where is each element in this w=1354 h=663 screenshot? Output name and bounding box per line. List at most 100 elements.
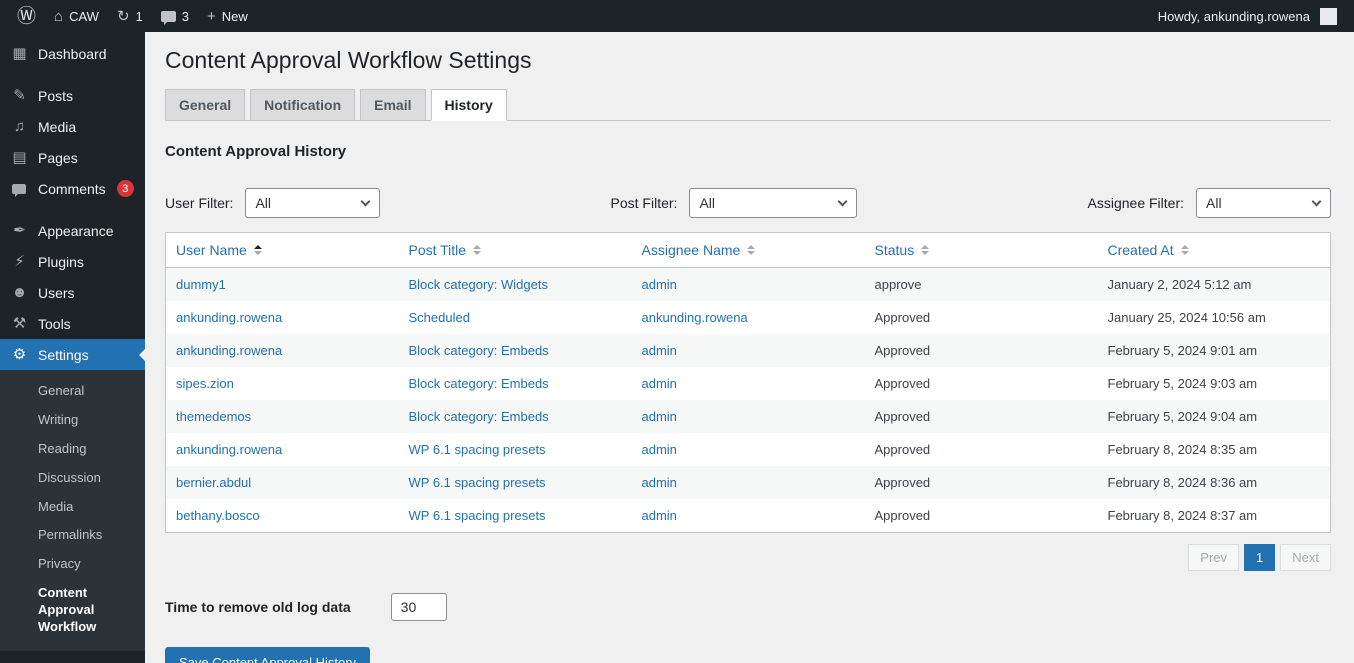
media-icon: ♫ bbox=[13, 118, 26, 135]
post-title-link[interactable]: Block category: Widgets bbox=[409, 277, 548, 292]
post-title-link[interactable]: WP 6.1 spacing presets bbox=[409, 442, 546, 457]
column-header-post-title[interactable]: Post Title bbox=[398, 232, 632, 268]
wordpress-menu-item[interactable]: Ⓦ bbox=[8, 0, 45, 32]
site-name-link[interactable]: ⌂ CAW bbox=[45, 0, 108, 32]
sidebar-item-comments[interactable]: Comments 3 bbox=[0, 173, 145, 204]
new-label: New bbox=[221, 8, 248, 24]
assignee-filter: Assignee Filter: All bbox=[1088, 187, 1331, 218]
column-label: Assignee Name bbox=[641, 241, 741, 258]
submenu-item-content-approval-workflow[interactable]: Content Approval Workflow bbox=[0, 579, 145, 642]
column-header-status[interactable]: Status bbox=[864, 232, 1098, 268]
assignee-filter-select-wrap: All bbox=[1196, 187, 1331, 218]
post-title-link[interactable]: WP 6.1 spacing presets bbox=[409, 508, 546, 523]
sort-icon bbox=[747, 244, 756, 255]
post-title-link[interactable]: Scheduled bbox=[409, 310, 470, 325]
sidebar-item-posts[interactable]: ✎ Posts bbox=[0, 80, 145, 111]
user-name-link[interactable]: sipes.zion bbox=[176, 376, 234, 391]
submenu-item-media[interactable]: Media bbox=[0, 493, 145, 522]
new-content-link[interactable]: + New bbox=[198, 0, 257, 32]
post-title-link[interactable]: Block category: Embeds bbox=[409, 409, 549, 424]
pagination: Prev 1 Next bbox=[165, 543, 1331, 571]
admin-bar-right: Howdy, ankunding.rowena bbox=[1149, 0, 1346, 32]
admin-bar: Ⓦ ⌂ CAW ↻ 1 3 + New Howdy, ankunding.row… bbox=[0, 0, 1354, 32]
assignee-name-link[interactable]: admin bbox=[642, 442, 677, 457]
tab-email[interactable]: Email bbox=[360, 88, 426, 120]
collapse-menu-button[interactable]: ◀ Collapse menu bbox=[0, 651, 145, 663]
sidebar-item-dashboard[interactable]: ▦ Dashboard bbox=[0, 38, 145, 69]
adminbar-comments-link[interactable]: 3 bbox=[152, 0, 198, 32]
column-header-assignee-name[interactable]: Assignee Name bbox=[631, 232, 865, 268]
sidebar-item-appearance[interactable]: ✒ Appearance bbox=[0, 215, 145, 246]
next-page-button[interactable]: Next bbox=[1280, 543, 1331, 571]
section-heading: Content Approval History bbox=[165, 142, 347, 160]
site-name: CAW bbox=[69, 8, 99, 24]
menu-separator bbox=[0, 204, 145, 215]
table-header-row: User Name Post Title Assignee Name Statu… bbox=[165, 232, 1331, 268]
sidebar-item-tools[interactable]: ⚒ Tools bbox=[0, 308, 145, 339]
comments-count-badge: 3 bbox=[116, 180, 134, 197]
created-at-cell: February 5, 2024 9:04 am bbox=[1107, 408, 1258, 424]
sidebar-item-media[interactable]: ♫ Media bbox=[0, 111, 145, 142]
appearance-icon: ✒ bbox=[13, 222, 26, 239]
user-filter-select[interactable]: All bbox=[245, 187, 381, 218]
adminbar-comments-count: 3 bbox=[181, 8, 189, 24]
tab-history[interactable]: History bbox=[430, 88, 507, 121]
submenu-item-reading[interactable]: Reading bbox=[0, 435, 145, 464]
user-name-link[interactable]: dummy1 bbox=[176, 277, 226, 292]
sidebar-item-label: Comments bbox=[38, 180, 106, 197]
pages-icon: ▤ bbox=[12, 149, 27, 166]
user-name-link[interactable]: bethany.bosco bbox=[176, 508, 260, 523]
column-header-user-name[interactable]: User Name bbox=[165, 232, 399, 268]
user-name-link[interactable]: bernier.abdul bbox=[176, 475, 251, 490]
table-row: bethany.bosco WP 6.1 spacing presets adm… bbox=[166, 499, 1331, 533]
prev-page-button[interactable]: Prev bbox=[1188, 543, 1240, 571]
sidebar-item-users[interactable]: ☻ Users bbox=[0, 277, 145, 308]
assignee-name-link[interactable]: ankunding.rowena bbox=[642, 310, 748, 325]
howdy-account-link[interactable]: Howdy, ankunding.rowena bbox=[1149, 0, 1346, 32]
sidebar-item-label: Settings bbox=[38, 346, 89, 363]
user-filter: User Filter: All bbox=[165, 187, 381, 218]
sidebar-item-pages[interactable]: ▤ Pages bbox=[0, 142, 145, 173]
assignee-name-link[interactable]: admin bbox=[642, 376, 677, 391]
column-header-created-at[interactable]: Created At bbox=[1097, 232, 1331, 268]
log-retention-row: Time to remove old log data bbox=[165, 592, 1331, 621]
post-title-link[interactable]: Block category: Embeds bbox=[409, 376, 549, 391]
log-retention-input[interactable] bbox=[390, 592, 447, 621]
user-name-link[interactable]: ankunding.rowena bbox=[176, 310, 282, 325]
sidebar-item-label: Media bbox=[38, 118, 77, 135]
status-cell: approve bbox=[874, 276, 922, 292]
user-name-link[interactable]: ankunding.rowena bbox=[176, 442, 282, 457]
sidebar-item-plugins[interactable]: ⚡ Plugins bbox=[0, 246, 145, 277]
user-name-link[interactable]: themedemos bbox=[176, 409, 251, 424]
sidebar-item-label: Appearance bbox=[38, 222, 114, 239]
users-icon: ☻ bbox=[11, 284, 28, 301]
created-at-cell: February 8, 2024 8:35 am bbox=[1107, 441, 1258, 457]
assignee-name-link[interactable]: admin bbox=[642, 343, 677, 358]
tab-notification[interactable]: Notification bbox=[250, 88, 356, 120]
save-button[interactable]: Save Content Approval History bbox=[165, 646, 371, 663]
sidebar-item-settings[interactable]: ⚙ Settings bbox=[0, 339, 145, 370]
tab-general[interactable]: General bbox=[165, 88, 246, 120]
assignee-name-link[interactable]: admin bbox=[642, 508, 677, 523]
post-title-link[interactable]: Block category: Embeds bbox=[409, 343, 549, 358]
submenu-item-discussion[interactable]: Discussion bbox=[0, 464, 145, 493]
column-label: Created At bbox=[1107, 241, 1174, 258]
column-label: User Name bbox=[176, 241, 247, 258]
assignee-name-link[interactable]: admin bbox=[642, 475, 677, 490]
created-at-cell: February 8, 2024 8:36 am bbox=[1107, 474, 1258, 490]
assignee-filter-select[interactable]: All bbox=[1196, 187, 1331, 218]
current-page-indicator: 1 bbox=[1244, 543, 1276, 571]
post-filter-select[interactable]: All bbox=[689, 187, 858, 218]
assignee-name-link[interactable]: admin bbox=[642, 409, 677, 424]
submenu-item-privacy[interactable]: Privacy bbox=[0, 550, 145, 579]
user-name-link[interactable]: ankunding.rowena bbox=[176, 343, 282, 358]
submenu-item-permalinks[interactable]: Permalinks bbox=[0, 521, 145, 550]
submenu-item-writing[interactable]: Writing bbox=[0, 406, 145, 435]
created-at-cell: February 8, 2024 8:37 am bbox=[1107, 507, 1258, 523]
updates-link[interactable]: ↻ 1 bbox=[108, 0, 152, 32]
post-title-link[interactable]: WP 6.1 spacing presets bbox=[409, 475, 546, 490]
assignee-name-link[interactable]: admin bbox=[642, 277, 677, 292]
page-title: Content Approval Workflow Settings bbox=[165, 47, 532, 73]
table-row: themedemos Block category: Embeds admin … bbox=[165, 399, 1331, 433]
submenu-item-general[interactable]: General bbox=[0, 377, 145, 406]
